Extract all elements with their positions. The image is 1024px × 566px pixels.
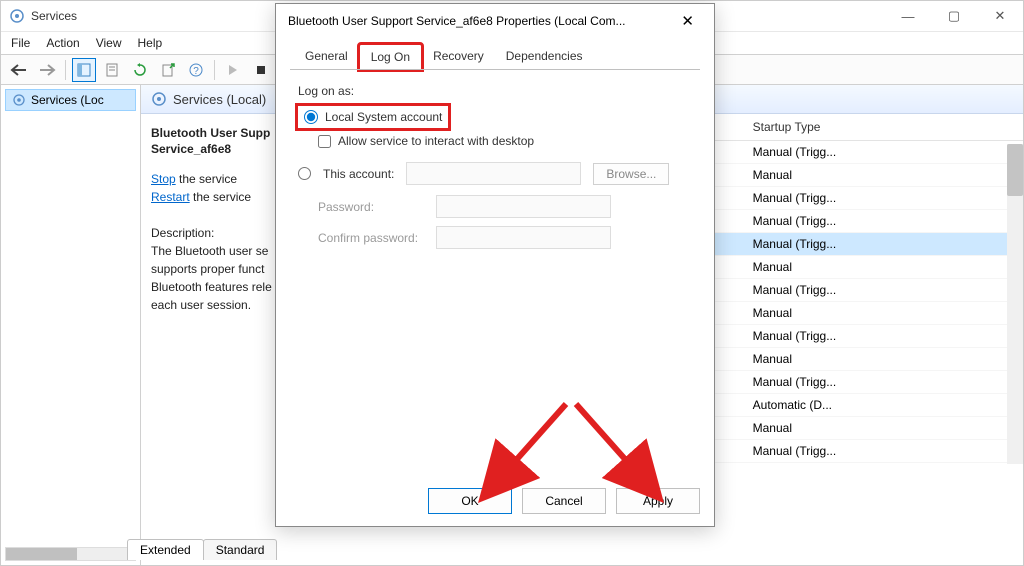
service-name: Bluetooth User Supp — [151, 126, 293, 140]
export-button[interactable] — [156, 58, 180, 82]
gear-icon — [12, 93, 26, 107]
description-text: The Bluetooth user se supports proper fu… — [151, 244, 272, 312]
properties-button[interactable] — [100, 58, 124, 82]
description-label: Description: — [151, 226, 214, 240]
restart-link[interactable]: Restart — [151, 190, 190, 204]
menu-file[interactable]: File — [11, 36, 30, 50]
tree-item-label: Services (Loc — [31, 93, 104, 107]
checkbox-interact-label: Allow service to interact with desktop — [338, 134, 534, 148]
show-hide-tree-button[interactable] — [72, 58, 96, 82]
cancel-button[interactable]: Cancel — [522, 488, 606, 514]
tree-item-services[interactable]: Services (Loc — [5, 89, 136, 111]
this-account-input[interactable] — [406, 162, 581, 185]
radio-local-system-label: Local System account — [325, 110, 442, 124]
ok-button[interactable]: OK — [428, 488, 512, 514]
stop-link[interactable]: Stop — [151, 172, 176, 186]
view-tabs: Extended Standard — [127, 539, 276, 560]
help-button[interactable]: ? — [184, 58, 208, 82]
radio-this-account-label: This account: — [323, 167, 394, 181]
service-name-2: Service_af6e8 — [151, 142, 293, 156]
apply-button[interactable]: Apply — [616, 488, 700, 514]
start-service-button[interactable] — [221, 58, 245, 82]
gear-icon — [9, 8, 25, 24]
tab-general[interactable]: General — [294, 44, 359, 70]
stop-service-button[interactable] — [249, 58, 273, 82]
window-title: Services — [31, 9, 77, 23]
logon-as-label: Log on as: — [298, 84, 692, 98]
tab-standard[interactable]: Standard — [203, 539, 278, 560]
browse-button[interactable]: Browse... — [593, 163, 669, 185]
confirm-password-label: Confirm password: — [318, 231, 428, 245]
tab-logon[interactable]: Log On — [359, 44, 422, 70]
back-button[interactable] — [7, 58, 31, 82]
col-startup[interactable]: Startup Type — [745, 114, 1023, 141]
tab-recovery[interactable]: Recovery — [422, 44, 495, 70]
checkbox-interact-desktop[interactable] — [318, 135, 331, 148]
forward-button[interactable] — [35, 58, 59, 82]
refresh-button[interactable] — [128, 58, 152, 82]
radio-local-system[interactable] — [304, 110, 318, 124]
gear-icon — [151, 91, 167, 107]
menu-help[interactable]: Help — [138, 36, 163, 50]
maximize-button[interactable]: ▢ — [931, 1, 977, 31]
close-button[interactable]: ✕ — [977, 1, 1023, 31]
menu-view[interactable]: View — [96, 36, 122, 50]
properties-dialog: Bluetooth User Support Service_af6e8 Pro… — [275, 3, 715, 527]
vertical-scrollbar[interactable] — [1007, 144, 1023, 464]
confirm-password-input[interactable] — [436, 226, 611, 249]
password-input[interactable] — [436, 195, 611, 218]
dialog-title: Bluetooth User Support Service_af6e8 Pro… — [288, 14, 626, 28]
minimize-button[interactable]: — — [885, 1, 931, 31]
tree-pane: Services (Loc — [1, 85, 141, 565]
horizontal-scrollbar[interactable] — [5, 547, 136, 561]
tab-dependencies[interactable]: Dependencies — [495, 44, 594, 70]
tab-extended[interactable]: Extended — [127, 539, 204, 560]
dialog-titlebar: Bluetooth User Support Service_af6e8 Pro… — [276, 4, 714, 38]
password-label: Password: — [318, 200, 428, 214]
pane-title: Services (Local) — [173, 92, 266, 107]
svg-text:?: ? — [193, 66, 199, 77]
dialog-close-button[interactable]: ✕ — [673, 8, 702, 34]
radio-this-account[interactable] — [298, 167, 311, 180]
menu-action[interactable]: Action — [46, 36, 79, 50]
